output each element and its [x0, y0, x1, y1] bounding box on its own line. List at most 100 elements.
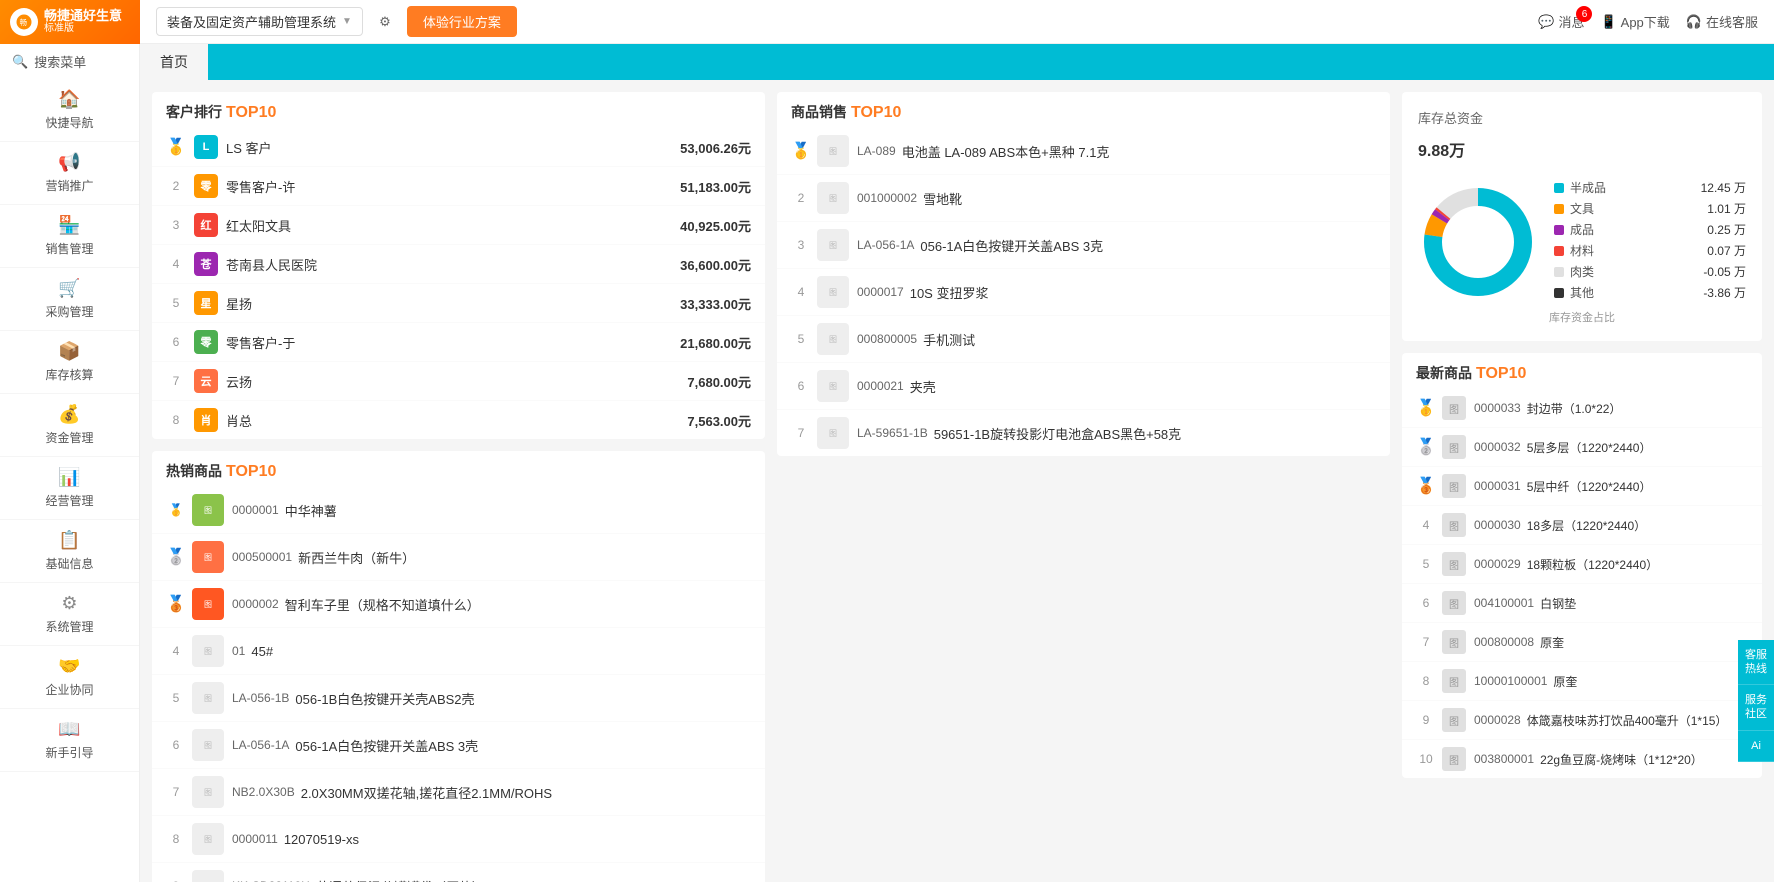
list-item: 🥇 图 0000001 中华神薯: [152, 487, 765, 534]
list-item: 7 图 NB2.0X30B 2.0X30MM双搓花轴,搓花直径2.1MM/ROH…: [152, 769, 765, 816]
sidebar-item-enterprise[interactable]: 🤝 企业协同: [0, 646, 139, 709]
customer-ranking-table: 🥇 L LS 客户 53,006.26元 2 零 零售客户-许 51,183.0…: [152, 128, 765, 439]
sidebar-item-inventory[interactable]: 📦 库存核算: [0, 331, 139, 394]
customer-name: 红太阳文具: [226, 216, 680, 235]
newest-products-title: 最新商品: [1416, 363, 1472, 383]
list-item: 🥈 图 0000032 5层多层（1220*2440）: [1402, 428, 1762, 467]
customer-name: 云扬: [226, 372, 687, 391]
list-item: 🥉 图 0000031 5层中纤（1220*2440）: [1402, 467, 1762, 506]
customer-name: 零售客户-许: [226, 177, 680, 196]
table-row: 6 零 零售客户-于 21,680.00元: [152, 323, 765, 362]
sidebar-item-guide[interactable]: 📖 新手引导: [0, 709, 139, 772]
legend-item: 文具 1.01 万: [1554, 200, 1746, 217]
customer-ranking-header: 客户排行 TOP10: [152, 92, 765, 128]
inventory-amount: 9.88万: [1418, 131, 1746, 163]
list-item: 4 图 01 45#: [152, 628, 765, 675]
customer-amount: 36,600.00元: [680, 255, 751, 274]
top-products-sales-panel: 商品销售 TOP10 🥇 图 LA-089 电池盖 LA-089 ABS本色+黑…: [777, 92, 1390, 456]
list-item: 5 图 0000029 18颗粒板（1220*2440）: [1402, 545, 1762, 584]
customer-amount: 33,333.00元: [680, 294, 751, 313]
service-community-button[interactable]: 服务 社区: [1738, 685, 1774, 731]
product-image: 图: [192, 776, 224, 808]
page-content: 客户排行 TOP10 🥇 L LS 客户 53,006.26元: [140, 80, 1774, 882]
legend-item: 材料 0.07 万: [1554, 242, 1746, 259]
list-item: 6 图 LA-056-1A 056-1A白色按键开关盖ABS 3壳: [152, 722, 765, 769]
product-image: 图: [817, 370, 849, 402]
list-item: 9 图 KK-SD22110H 花语萌倡温分罐罐袋（厚款）: [152, 863, 765, 882]
app-download-button[interactable]: 📱 App下载: [1600, 12, 1669, 31]
product-image: 图: [1442, 513, 1466, 537]
sidebar-item-purchase[interactable]: 🛒 采购管理: [0, 268, 139, 331]
sidebar-item-system[interactable]: ⚙ 系统管理: [0, 583, 139, 646]
customer-badge: 红: [194, 213, 218, 237]
header-right: 💬 消息 6 📱 App下载 🎧 在线客服: [1538, 12, 1758, 31]
home-icon: 🏠: [58, 89, 80, 110]
product-image: 图: [817, 135, 849, 167]
product-image: 图: [192, 494, 224, 526]
message-button[interactable]: 💬 消息 6: [1538, 12, 1584, 31]
customer-amount: 21,680.00元: [680, 333, 751, 352]
product-image: 图: [192, 541, 224, 573]
customer-badge: 星: [194, 291, 218, 315]
list-item: 4 图 0000017 10S 变扭罗浆: [777, 269, 1390, 316]
trial-button[interactable]: 体验行业方案: [407, 6, 517, 37]
sidebar-item-basic-info[interactable]: 📋 基础信息: [0, 520, 139, 583]
list-item: 10 图 003800001 22g鱼豆腐-烧烤味（1*12*20）: [1402, 740, 1762, 778]
ai-button[interactable]: Ai: [1738, 731, 1774, 762]
sales-icon: 🏪: [58, 215, 80, 236]
product-image: 图: [1442, 747, 1466, 771]
top-header: 畅 畅捷通好生意 标准版 装备及固定资产辅助管理系统 ▼ ⚙ 体验行业方案 💬 …: [0, 0, 1774, 44]
legend-color: [1554, 288, 1564, 298]
customer-service-button[interactable]: 客服 热线: [1738, 640, 1774, 686]
settings-button[interactable]: ⚙: [371, 8, 399, 36]
tab-home[interactable]: 首页: [140, 44, 208, 80]
gold-medal-icon: 🥇: [166, 137, 186, 157]
sidebar: 🔍 搜索菜单 🏠 快捷导航 📢 营销推广 🏪 销售管理 🛒 采购管理 📦 库存核…: [0, 44, 140, 882]
search-menu-item[interactable]: 🔍 搜索菜单: [0, 44, 139, 79]
table-row: 4 苍 苍南县人民医院 36,600.00元: [152, 245, 765, 284]
purchase-icon: 🛒: [58, 278, 80, 299]
product-image: 图: [1442, 708, 1466, 732]
logo-area: 畅 畅捷通好生意 标准版: [0, 0, 140, 44]
sidebar-item-operations[interactable]: 📊 经营管理: [0, 457, 139, 520]
customer-badge: 苍: [194, 252, 218, 276]
top-products-sales-title: 商品销售: [791, 102, 847, 122]
customer-ranking-panel: 客户排行 TOP10 🥇 L LS 客户 53,006.26元: [152, 92, 765, 439]
inventory-title: 库存总资金: [1418, 108, 1746, 127]
product-image: 图: [1442, 669, 1466, 693]
customer-badge: 云: [194, 369, 218, 393]
table-row: 3 红 红太阳文具 40,925.00元: [152, 206, 765, 245]
customer-amount: 53,006.26元: [680, 138, 751, 157]
float-buttons: 客服 热线 服务 社区 Ai: [1738, 640, 1774, 762]
product-image: 图: [192, 729, 224, 761]
sidebar-item-quick-nav[interactable]: 🏠 快捷导航: [0, 79, 139, 142]
product-image: 图: [817, 182, 849, 214]
left-column: 客户排行 TOP10 🥇 L LS 客户 53,006.26元: [152, 92, 765, 882]
product-image: 图: [1442, 552, 1466, 576]
phone-icon: 📱: [1600, 14, 1616, 30]
system-icon: ⚙: [61, 593, 77, 614]
donut-chart: [1418, 182, 1538, 302]
message-icon: 💬: [1538, 14, 1554, 30]
customer-badge: 肖: [194, 408, 218, 432]
customer-amount: 40,925.00元: [680, 216, 751, 235]
logo-icon: 畅: [10, 8, 38, 36]
dropdown-arrow-icon: ▼: [342, 16, 352, 27]
hot-products-list: 🥇 图 0000001 中华神薯 🥈 图 000500001 新西兰牛肉（新牛）: [152, 487, 765, 882]
sidebar-item-finance[interactable]: 💰 资金管理: [0, 394, 139, 457]
legend-item: 其他 -3.86 万: [1554, 284, 1746, 301]
customer-amount: 51,183.00元: [680, 177, 751, 196]
system-select[interactable]: 装备及固定资产辅助管理系统 ▼: [156, 7, 363, 36]
sidebar-item-marketing[interactable]: 📢 营销推广: [0, 142, 139, 205]
product-image: 图: [817, 229, 849, 261]
online-service-button[interactable]: 🎧 在线客服: [1686, 12, 1758, 31]
list-item: 🥇 图 LA-089 电池盖 LA-089 ABS本色+黑种 7.1克: [777, 128, 1390, 175]
customer-badge: L: [194, 135, 218, 159]
product-image: 图: [1442, 396, 1466, 420]
hot-products-panel: 热销商品 TOP10 🥇 图 0000001 中华神薯 🥈 图: [152, 451, 765, 882]
finance-icon: 💰: [58, 404, 80, 425]
top-products-sales-header: 商品销售 TOP10: [777, 92, 1390, 128]
inventory-chart-area: 半成品 12.45 万 文具 1.01 万 成品 0: [1418, 179, 1746, 305]
sidebar-item-sales[interactable]: 🏪 销售管理: [0, 205, 139, 268]
customer-amount: 7,563.00元: [687, 411, 751, 430]
